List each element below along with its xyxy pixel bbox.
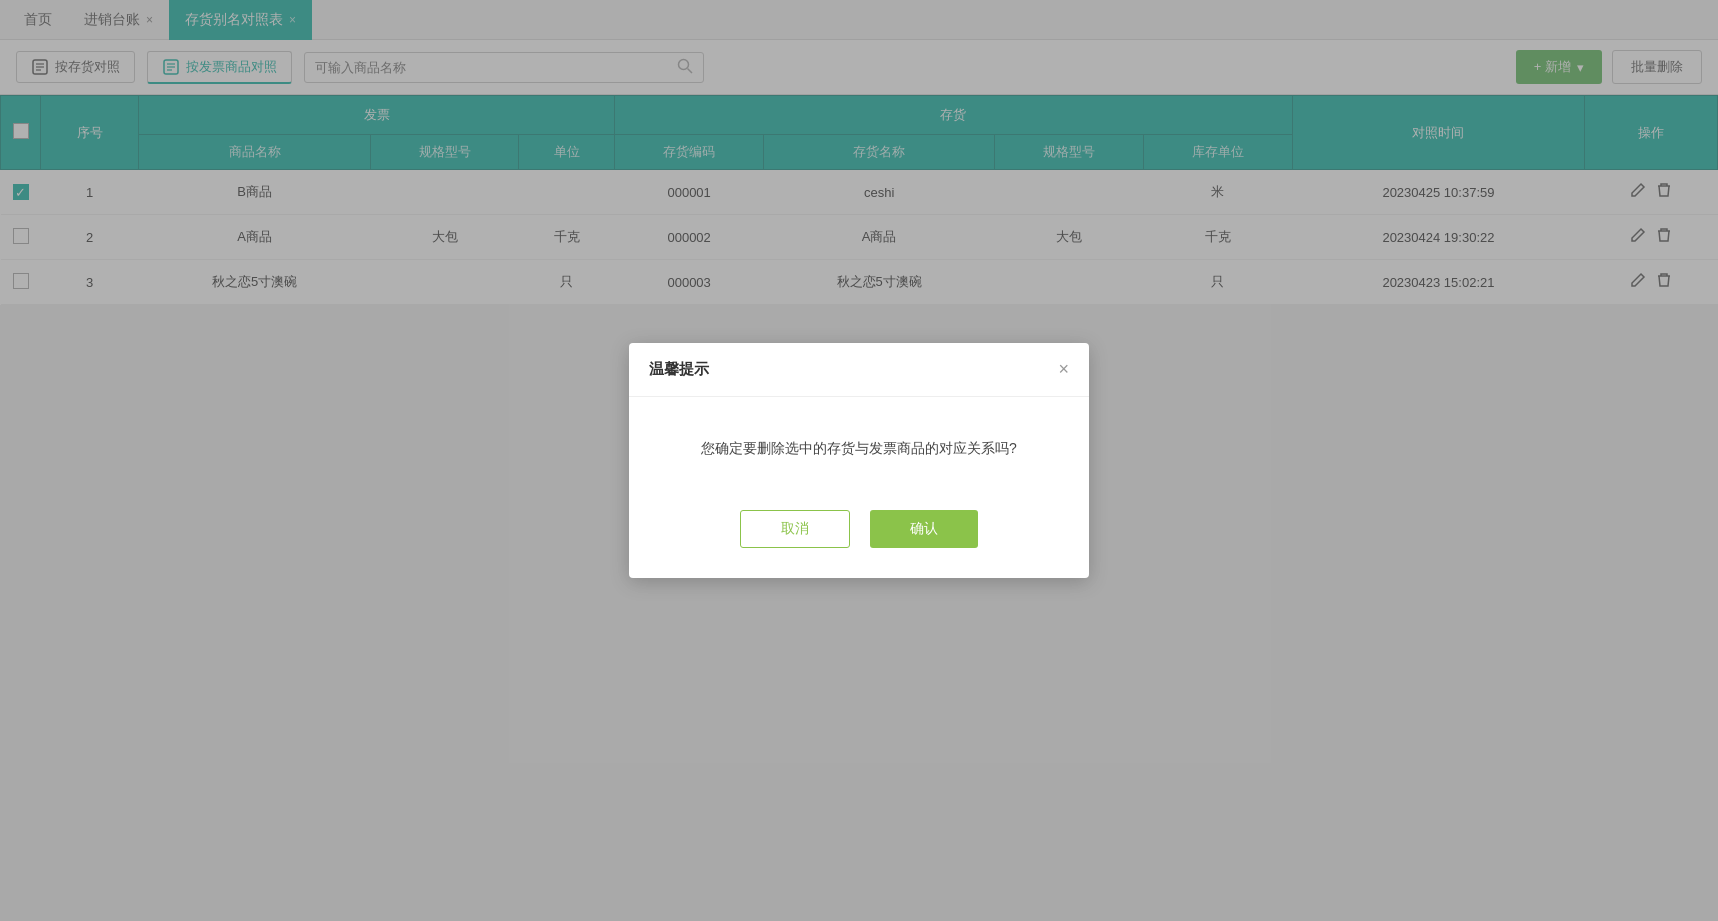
page-content: 按存货对照 按发票商品对照 (0, 40, 1718, 305)
modal-overlay: 温馨提示 × 您确定要删除选中的存货与发票商品的对应关系吗? 取消 确认 (0, 0, 1718, 305)
